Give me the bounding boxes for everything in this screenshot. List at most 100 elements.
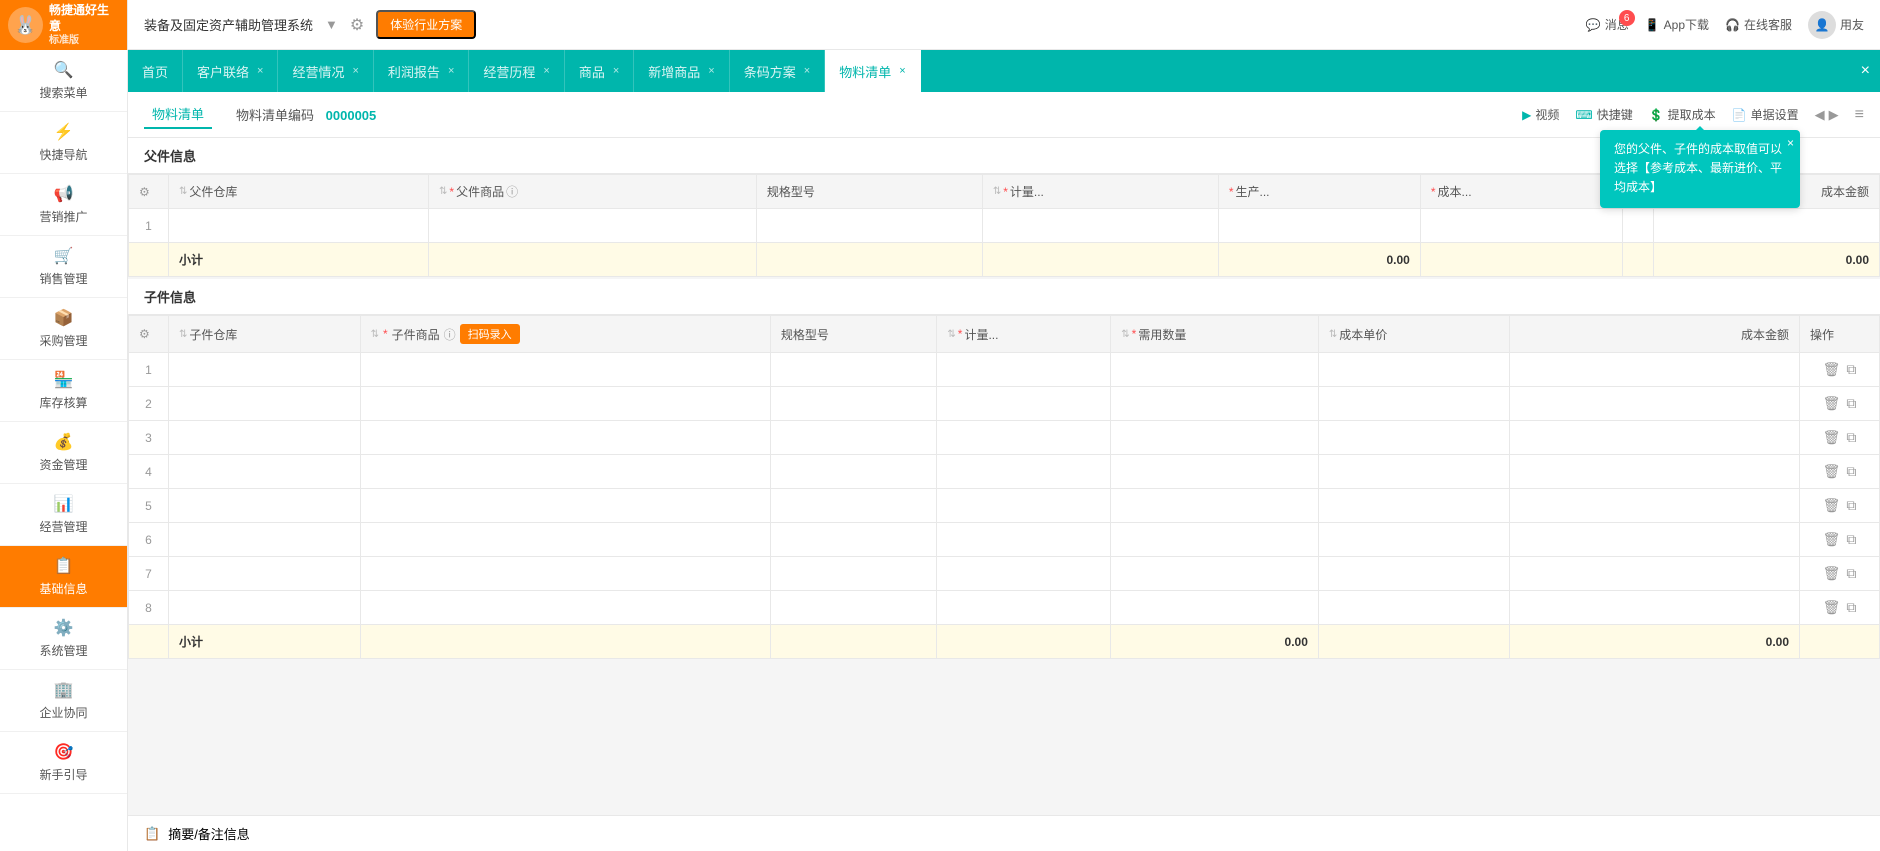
child-cost-price-2[interactable]	[1318, 387, 1510, 421]
user-item[interactable]: 👤 用友	[1808, 11, 1864, 39]
child-unit-3[interactable]	[937, 421, 1111, 455]
child-spec-6[interactable]	[770, 523, 936, 557]
sidebar-item-purchase[interactable]: 📦 采购管理	[0, 298, 127, 360]
delete-icon-8[interactable]: 🗑	[1823, 599, 1841, 616]
toolbar-settings[interactable]: 📄 单据设置	[1732, 106, 1799, 123]
nav-close-all[interactable]: ×	[1851, 62, 1880, 80]
delete-icon-3[interactable]: 🗑	[1823, 429, 1841, 446]
trial-button[interactable]: 体验行业方案	[376, 10, 476, 39]
parent-goods-1[interactable]	[429, 209, 757, 243]
tab-history-close[interactable]: ×	[543, 65, 549, 77]
sidebar-item-inventory[interactable]: 🏪 库存核算	[0, 360, 127, 422]
grid-icon[interactable]: ≡	[1855, 106, 1864, 124]
scan-button[interactable]: 扫码录入	[460, 324, 520, 344]
child-quantity-8[interactable]	[1111, 591, 1319, 625]
child-warehouse-3[interactable]	[169, 421, 361, 455]
child-quantity-4[interactable]	[1111, 455, 1319, 489]
sidebar-item-finance[interactable]: 💰 资金管理	[0, 422, 127, 484]
child-goods-4[interactable]	[360, 455, 770, 489]
toolbar-shortcut[interactable]: ⌨ 快捷键	[1575, 106, 1632, 123]
child-spec-7[interactable]	[770, 557, 936, 591]
tab-customer[interactable]: 客户联络 ×	[183, 50, 278, 92]
tab-goods-close[interactable]: ×	[613, 65, 619, 77]
sidebar-item-sales[interactable]: 🛒 销售管理	[0, 236, 127, 298]
settings-icon[interactable]: ⚙	[350, 15, 364, 35]
sub-tab-bom-code[interactable]: 物料清单编码 0000005	[228, 101, 384, 128]
parent-cost-1[interactable]	[1420, 209, 1622, 243]
sidebar-item-guide[interactable]: 🎯 新手引导	[0, 732, 127, 794]
tab-history[interactable]: 经营历程 ×	[469, 50, 564, 92]
child-goods-2[interactable]	[360, 387, 770, 421]
system-dropdown[interactable]: ▼	[325, 17, 338, 32]
child-goods-8[interactable]	[360, 591, 770, 625]
parent-production-1[interactable]	[1218, 209, 1420, 243]
child-unit-2[interactable]	[937, 387, 1111, 421]
delete-icon-2[interactable]: 🗑	[1823, 395, 1841, 412]
child-unit-1[interactable]	[937, 353, 1111, 387]
tab-new-goods[interactable]: 新增商品 ×	[634, 50, 729, 92]
sub-tab-bom-list[interactable]: 物料清单	[144, 100, 212, 129]
app-download-item[interactable]: 📱 App下载	[1645, 16, 1709, 33]
tab-customer-close[interactable]: ×	[257, 65, 263, 77]
copy-icon-8[interactable]: ⧉	[1846, 599, 1856, 616]
child-goods-1[interactable]	[360, 353, 770, 387]
tab-profit[interactable]: 利润报告 ×	[374, 50, 469, 92]
sidebar-item-system[interactable]: ⚙️ 系统管理	[0, 608, 127, 670]
child-cost-price-4[interactable]	[1318, 455, 1510, 489]
child-goods-3[interactable]	[360, 421, 770, 455]
tab-goods[interactable]: 商品 ×	[565, 50, 634, 92]
child-quantity-1[interactable]	[1111, 353, 1319, 387]
child-unit-7[interactable]	[937, 557, 1111, 591]
child-spec-4[interactable]	[770, 455, 936, 489]
child-unit-8[interactable]	[937, 591, 1111, 625]
delete-icon-1[interactable]: 🗑	[1823, 361, 1841, 378]
sidebar-item-enterprise[interactable]: 🏢 企业协同	[0, 670, 127, 732]
child-cost-price-1[interactable]	[1318, 353, 1510, 387]
copy-icon-1[interactable]: ⧉	[1846, 361, 1856, 378]
child-warehouse-4[interactable]	[169, 455, 361, 489]
copy-icon-5[interactable]: ⧉	[1846, 497, 1856, 514]
copy-icon-3[interactable]: ⧉	[1846, 429, 1856, 446]
child-spec-2[interactable]	[770, 387, 936, 421]
sidebar-item-marketing[interactable]: 📢 营销推广	[0, 174, 127, 236]
sidebar-item-quick-nav[interactable]: ⚡ 快捷导航	[0, 112, 127, 174]
toolbar-cost[interactable]: 💲 提取成本	[1649, 106, 1716, 123]
child-spec-3[interactable]	[770, 421, 936, 455]
tooltip-close-button[interactable]: ×	[1787, 134, 1794, 153]
child-quantity-5[interactable]	[1111, 489, 1319, 523]
child-quantity-2[interactable]	[1111, 387, 1319, 421]
delete-icon-5[interactable]: 🗑	[1823, 497, 1841, 514]
copy-icon-4[interactable]: ⧉	[1846, 463, 1856, 480]
child-quantity-3[interactable]	[1111, 421, 1319, 455]
child-quantity-7[interactable]	[1111, 557, 1319, 591]
child-cost-price-8[interactable]	[1318, 591, 1510, 625]
child-warehouse-1[interactable]	[169, 353, 361, 387]
parent-settings-icon[interactable]: ⚙	[139, 185, 150, 199]
tab-profit-close[interactable]: ×	[448, 65, 454, 77]
tab-home[interactable]: 首页	[128, 50, 183, 92]
child-warehouse-8[interactable]	[169, 591, 361, 625]
child-cost-price-6[interactable]	[1318, 523, 1510, 557]
child-quantity-6[interactable]	[1111, 523, 1319, 557]
child-unit-5[interactable]	[937, 489, 1111, 523]
parent-unit-1[interactable]	[982, 209, 1218, 243]
tab-operations-close[interactable]: ×	[352, 65, 358, 77]
child-warehouse-2[interactable]	[169, 387, 361, 421]
delete-icon-6[interactable]: 🗑	[1823, 531, 1841, 548]
child-spec-1[interactable]	[770, 353, 936, 387]
sidebar-item-operations[interactable]: 📊 经营管理	[0, 484, 127, 546]
child-spec-5[interactable]	[770, 489, 936, 523]
tab-barcode-close[interactable]: ×	[804, 65, 810, 77]
copy-icon-2[interactable]: ⧉	[1846, 395, 1856, 412]
tab-barcode[interactable]: 条码方案 ×	[730, 50, 825, 92]
message-item[interactable]: 💬 消息 6	[1586, 16, 1629, 33]
child-unit-6[interactable]	[937, 523, 1111, 557]
child-spec-8[interactable]	[770, 591, 936, 625]
prev-arrow[interactable]: ◀	[1815, 107, 1825, 123]
child-warehouse-7[interactable]	[169, 557, 361, 591]
parent-spec-1[interactable]	[756, 209, 982, 243]
tab-bom-close[interactable]: ×	[899, 65, 905, 77]
sidebar-item-basic-info[interactable]: 📋 基础信息	[0, 546, 127, 608]
copy-icon-7[interactable]: ⧉	[1846, 565, 1856, 582]
tab-operations[interactable]: 经营情况 ×	[278, 50, 373, 92]
